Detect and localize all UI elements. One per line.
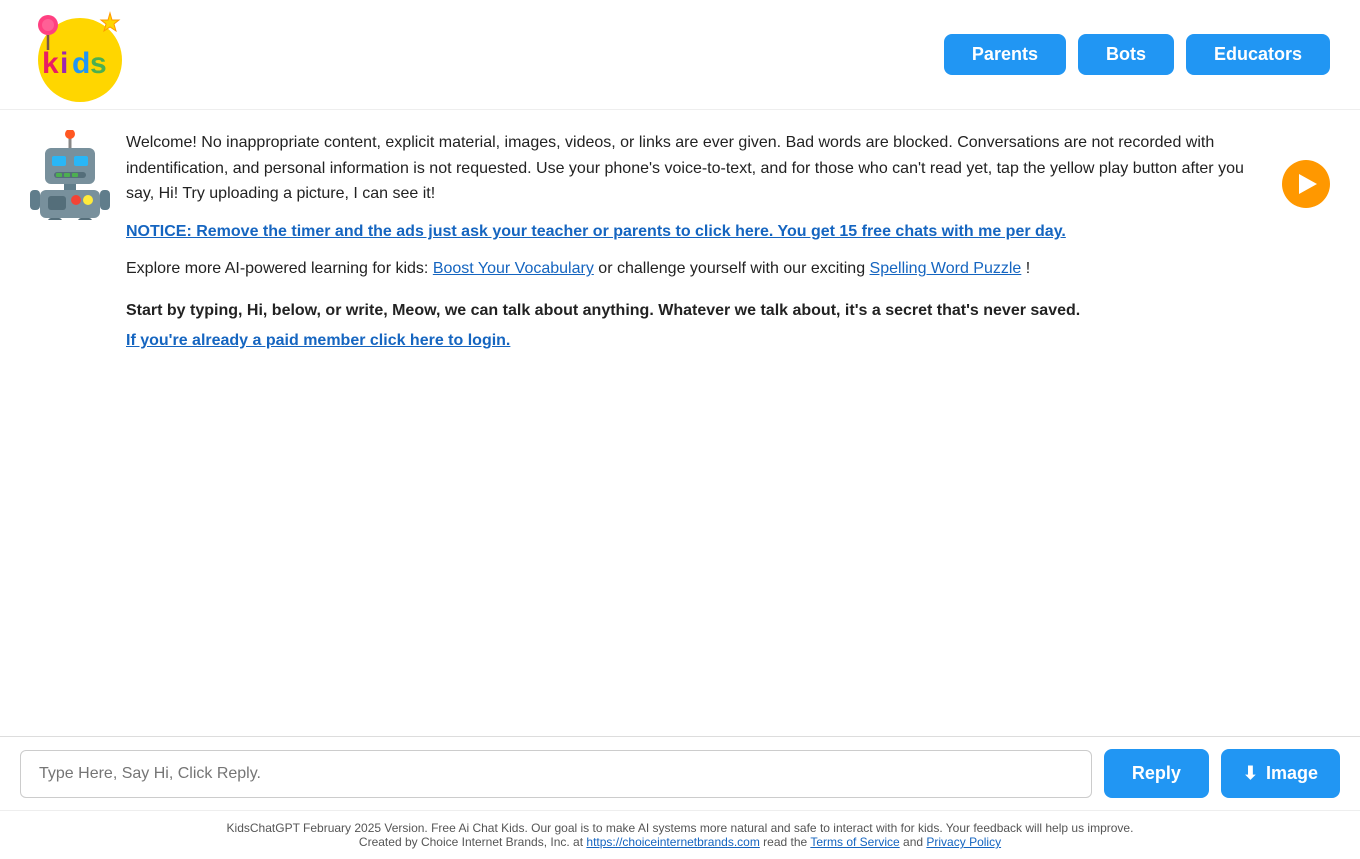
explore-line: Explore more AI-powered learning for kid… xyxy=(126,256,1270,282)
explore-suffix: ! xyxy=(1026,260,1030,277)
explore-middle: or challenge yourself with our exciting xyxy=(598,260,869,277)
svg-text:s: s xyxy=(90,47,107,80)
image-label: Image xyxy=(1266,763,1318,784)
kids-logo: k i d s xyxy=(30,5,130,105)
notice-link[interactable]: NOTICE: Remove the timer and the ads jus… xyxy=(126,223,1066,240)
download-icon: ⬇ xyxy=(1243,763,1258,784)
robot-avatar xyxy=(30,130,110,210)
nav-buttons: Parents Bots Educators xyxy=(944,34,1330,75)
input-bar: Reply ⬇ Image xyxy=(0,736,1360,810)
footer-main: KidsChatGPT February 2025 Version. Free … xyxy=(10,821,1350,835)
play-button[interactable] xyxy=(1282,160,1330,208)
image-button[interactable]: ⬇ Image xyxy=(1221,749,1340,798)
play-icon xyxy=(1299,174,1317,194)
svg-text:k: k xyxy=(42,47,59,80)
read-text: read the xyxy=(763,835,810,849)
message-row: Welcome! No inappropriate content, expli… xyxy=(30,130,1330,353)
tos-link[interactable]: Terms of Service xyxy=(810,835,899,849)
explore-prefix: Explore more AI-powered learning for kid… xyxy=(126,260,428,277)
created-text: Created by Choice Internet Brands, Inc. … xyxy=(359,835,586,849)
footer: KidsChatGPT February 2025 Version. Free … xyxy=(0,810,1360,859)
website-link[interactable]: https://choiceinternetbrands.com xyxy=(586,835,759,849)
header: k i d s Parents Bots Educators xyxy=(0,0,1360,110)
chat-input[interactable] xyxy=(20,750,1092,798)
parents-button[interactable]: Parents xyxy=(944,34,1066,75)
privacy-link[interactable]: Privacy Policy xyxy=(926,835,1001,849)
and-text: and xyxy=(903,835,926,849)
welcome-text: Welcome! No inappropriate content, expli… xyxy=(126,130,1270,207)
svg-text:d: d xyxy=(72,47,90,80)
message-content: Welcome! No inappropriate content, expli… xyxy=(126,130,1330,353)
login-link[interactable]: If you're already a paid member click he… xyxy=(126,332,510,349)
logo-area: k i d s xyxy=(30,5,130,105)
chat-area: Welcome! No inappropriate content, expli… xyxy=(0,110,1360,736)
educators-button[interactable]: Educators xyxy=(1186,34,1330,75)
svg-text:i: i xyxy=(60,47,68,80)
spelling-link[interactable]: Spelling Word Puzzle xyxy=(870,260,1022,277)
start-text: Start by typing, Hi, below, or write, Me… xyxy=(126,298,1270,324)
bots-button[interactable]: Bots xyxy=(1078,34,1174,75)
footer-credits: Created by Choice Internet Brands, Inc. … xyxy=(10,835,1350,849)
vocabulary-link[interactable]: Boost Your Vocabulary xyxy=(433,260,594,277)
reply-button[interactable]: Reply xyxy=(1104,749,1209,798)
message-bubble: Welcome! No inappropriate content, expli… xyxy=(126,130,1270,353)
